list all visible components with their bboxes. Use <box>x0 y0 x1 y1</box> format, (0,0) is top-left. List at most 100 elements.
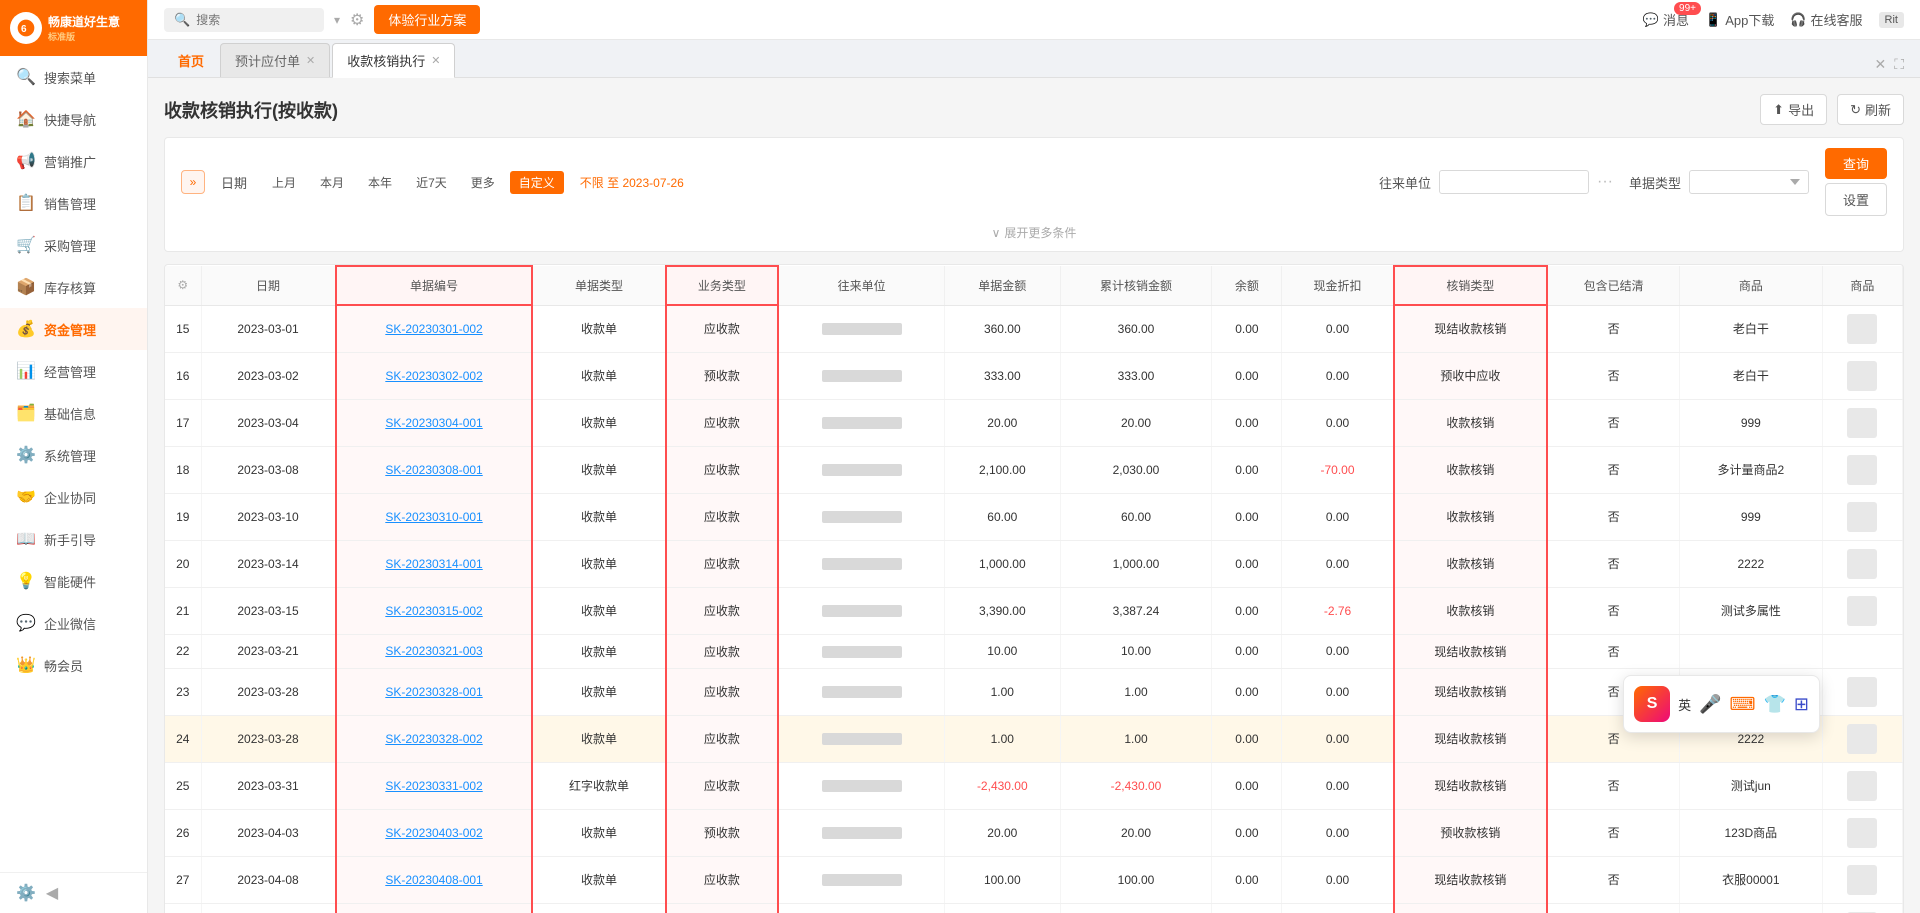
th-biz-type: 业务类型 <box>666 266 779 305</box>
svg-text:6: 6 <box>21 24 27 35</box>
cell-bill-type: 收款单 <box>532 352 665 399</box>
cell-counterpart <box>778 903 944 913</box>
cell-product2 <box>1822 762 1902 809</box>
filter-date-7days[interactable]: 近7天 <box>407 170 456 195</box>
filter-date-prev-month[interactable]: 上月 <box>263 170 305 195</box>
sidebar-item-hardware[interactable]: 💡 智能硬件 <box>0 560 147 602</box>
bill-no-link[interactable]: SK-20230321-003 <box>385 644 482 658</box>
tab-home[interactable]: 首页 <box>164 44 218 77</box>
popup-mic-icon[interactable]: 🎤 <box>1699 694 1721 715</box>
wechat-icon: 💬 <box>16 613 36 633</box>
bill-no-link[interactable]: SK-20230302-002 <box>385 369 482 383</box>
query-btn[interactable]: 查询 <box>1825 148 1887 179</box>
sidebar-item-inventory[interactable]: 📦 库存核算 <box>0 266 147 308</box>
bill-no-link[interactable]: SK-20230310-001 <box>385 510 482 524</box>
topbar-search-box[interactable]: 🔍 <box>164 8 324 32</box>
popup-keyboard-icon[interactable]: ⌨ <box>1730 694 1756 715</box>
cell-balance: 0.00 <box>1212 715 1282 762</box>
sidebar-item-search[interactable]: 🔍 搜索菜单 <box>0 56 147 98</box>
bill-no-link[interactable]: SK-20230408-001 <box>385 873 482 887</box>
sidebar-item-marketing[interactable]: 📢 营销推广 <box>0 140 147 182</box>
sidebar-item-system[interactable]: ⚙️ 系统管理 <box>0 434 147 476</box>
filter-expand-btn[interactable]: ∨ 展开更多条件 <box>992 224 1077 241</box>
counterpart-input[interactable] <box>1439 170 1589 194</box>
cell-total-writeoff: 360.00 <box>1060 305 1212 352</box>
th-bill-amount: 单据金额 <box>945 266 1061 305</box>
bill-no-link[interactable]: SK-20230328-001 <box>385 685 482 699</box>
export-icon: ⬆ <box>1773 102 1784 118</box>
table-row: 17 2023-03-04 SK-20230304-001 收款单 应收款 20… <box>165 399 1903 446</box>
cell-bill-type: 收款单 <box>532 668 665 715</box>
bill-no-link[interactable]: SK-20230301-002 <box>385 322 482 336</box>
sidebar-item-finance[interactable]: 💰 资金管理 <box>0 308 147 350</box>
sidebar-item-purchase[interactable]: 🛒 采购管理 <box>0 224 147 266</box>
logo-text: 畅康道好生意 标准版 <box>48 13 120 43</box>
industry-btn[interactable]: 体验行业方案 <box>374 5 480 34</box>
close-tab-icon[interactable]: ✕ <box>1874 56 1886 73</box>
filter-date-custom[interactable]: 自定义 <box>510 171 564 194</box>
cell-product: 测试jun <box>1679 762 1822 809</box>
sidebar-item-collab[interactable]: 🤝 企业协同 <box>0 476 147 518</box>
tab-receivable-close[interactable]: ✕ <box>431 54 440 67</box>
bill-no-link[interactable]: SK-20230315-002 <box>385 604 482 618</box>
cell-balance: 0.00 <box>1212 305 1282 352</box>
collapse-footer-icon[interactable]: ◀ <box>46 883 58 903</box>
cell-row-no: 19 <box>165 493 201 540</box>
settings-icon[interactable]: ⚙ <box>350 10 364 30</box>
cell-cash-discount: 0.00 <box>1282 715 1394 762</box>
settings-footer-icon[interactable]: ⚙️ <box>16 883 36 903</box>
search-input[interactable] <box>196 13 296 27</box>
sidebar-item-wechat[interactable]: 💬 企业微信 <box>0 602 147 644</box>
tab-receivable-exec[interactable]: 收款核销执行 ✕ <box>332 43 455 78</box>
filter-date-more[interactable]: 更多 <box>462 170 504 195</box>
column-settings-icon[interactable]: ⚙ <box>177 278 188 292</box>
bill-type-select[interactable] <box>1689 170 1809 194</box>
sidebar-item-sales[interactable]: 📋 销售管理 <box>0 182 147 224</box>
tab-payable-close[interactable]: ✕ <box>306 54 315 67</box>
tab-payable[interactable]: 预计应付单 ✕ <box>220 43 330 77</box>
setting-btn[interactable]: 设置 <box>1825 183 1887 216</box>
bill-no-link[interactable]: SK-20230304-001 <box>385 416 482 430</box>
message-action[interactable]: 💬 消息 99+ <box>1643 10 1689 29</box>
refresh-btn[interactable]: ↻ 刷新 <box>1837 94 1904 125</box>
sidebar-item-guide[interactable]: 📖 新手引导 <box>0 518 147 560</box>
bill-no-link[interactable]: SK-20230314-001 <box>385 557 482 571</box>
cell-row-no: 24 <box>165 715 201 762</box>
bill-no-link[interactable]: SK-20230328-002 <box>385 732 482 746</box>
filter-bill-type-field: 单据类型 <box>1629 170 1809 194</box>
cell-date: 2023-03-15 <box>201 587 336 634</box>
cell-bill-amount: 1.00 <box>945 715 1061 762</box>
expand-tab-icon[interactable]: ⛶ <box>1894 56 1904 73</box>
filter-counterpart-field: 往来单位 ··· <box>1379 170 1613 194</box>
export-btn[interactable]: ⬆ 导出 <box>1760 94 1827 125</box>
th-settings[interactable]: ⚙ <box>165 266 201 305</box>
cell-row-no: 27 <box>165 856 201 903</box>
cell-date: 2023-03-28 <box>201 668 336 715</box>
sidebar-item-quick-nav[interactable]: 🏠 快捷导航 <box>0 98 147 140</box>
cell-row-no: 25 <box>165 762 201 809</box>
table-row: 28 2023-04-18 SK-20230418-001 收款单 应收款 10… <box>165 903 1903 913</box>
bill-no-link[interactable]: SK-20230308-001 <box>385 463 482 477</box>
filter-collapse-btn[interactable]: » <box>181 170 205 194</box>
user-profile-action[interactable]: Rit <box>1879 12 1904 28</box>
popup-shirt-icon[interactable]: 👕 <box>1763 694 1785 715</box>
online-support-action[interactable]: 🎧 在线客服 <box>1790 10 1862 29</box>
dots-icon[interactable]: ··· <box>1597 173 1613 191</box>
filter-date-this-year[interactable]: 本年 <box>359 170 401 195</box>
message-icon: 💬 <box>1643 12 1659 28</box>
cell-date: 2023-04-18 <box>201 903 336 913</box>
cell-include-settled: 否 <box>1547 762 1679 809</box>
app-download-action[interactable]: 📱 App下载 <box>1705 10 1774 29</box>
sidebar-item-operations[interactable]: 📊 经营管理 <box>0 350 147 392</box>
filter-date-this-month[interactable]: 本月 <box>311 170 353 195</box>
cell-bill-amount: 2,100.00 <box>945 446 1061 493</box>
dropdown-arrow-icon[interactable]: ▾ <box>334 13 340 27</box>
th-bill-no: 单据编号 <box>336 266 533 305</box>
popup-grid-icon[interactable]: ⊞ <box>1794 694 1809 715</box>
sidebar-item-basic[interactable]: 🗂️ 基础信息 <box>0 392 147 434</box>
table-scroll[interactable]: ⚙ 日期 单据编号 单据类型 业务类型 往来单位 单据金额 累计核销金额 余额 … <box>165 265 1903 913</box>
bill-no-link[interactable]: SK-20230331-002 <box>385 779 482 793</box>
sidebar-item-member[interactable]: 👑 畅会员 <box>0 644 147 686</box>
bill-no-link[interactable]: SK-20230403-002 <box>385 826 482 840</box>
page-header-actions: ⬆ 导出 ↻ 刷新 <box>1760 94 1904 125</box>
